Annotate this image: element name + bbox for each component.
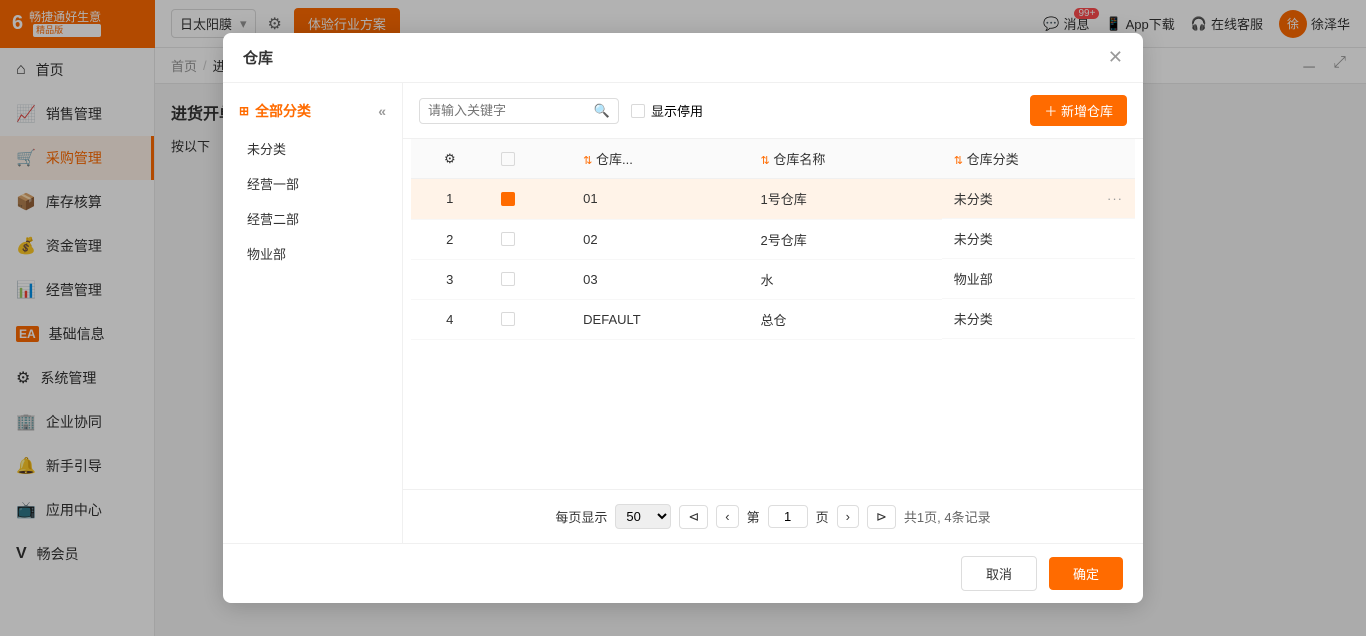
collapse-icon[interactable]: « — [378, 103, 386, 119]
table-row[interactable]: 1 01 1号仓库 未分类··· — [411, 179, 1135, 220]
last-page-button[interactable]: ⊳ — [867, 505, 896, 529]
content-panel: 🔍 显示停用 ＋ 新增仓库 ⚙ — [403, 83, 1143, 543]
category-item-property[interactable]: 物业部 — [223, 236, 402, 271]
select-all-checkbox[interactable] — [501, 152, 515, 166]
row-checkbox[interactable] — [501, 232, 515, 246]
pagination: 每页显示 50 100 200 ⊲ ‹ 第 页 › ⊳ 共1页, 4条记录 — [403, 489, 1143, 543]
th-code: ⇅ 仓库... — [571, 139, 748, 179]
category-item-dept1[interactable]: 经营一部 — [223, 166, 402, 201]
per-page-label: 每页显示 — [555, 507, 607, 526]
warehouse-table: ⚙ ⇅ 仓库... ⇅ 仓库名称 — [411, 139, 1135, 340]
disabled-checkbox[interactable] — [631, 104, 645, 118]
settings-icon[interactable]: ⚙ — [444, 151, 456, 166]
th-settings: ⚙ — [411, 139, 489, 179]
row-name: 总仓 — [749, 299, 942, 339]
th-category: ⇅ 仓库分类 — [942, 139, 1135, 179]
page-label: 第 — [747, 507, 760, 526]
search-input[interactable] — [428, 103, 594, 118]
table-row[interactable]: 3 03 水 物业部 — [411, 259, 1135, 299]
row-number: 3 — [411, 259, 489, 299]
page-suffix: 页 — [816, 507, 829, 526]
sort-icon-cat: ⇅ — [954, 155, 963, 167]
row-checkbox-cell — [489, 179, 572, 220]
row-category: 未分类 — [942, 219, 1135, 259]
search-icon[interactable]: 🔍 — [594, 103, 610, 119]
table-row[interactable]: 2 02 2号仓库 未分类 — [411, 219, 1135, 259]
row-checkbox[interactable] — [501, 192, 515, 206]
all-category-label[interactable]: 全部分类 — [255, 101, 311, 121]
table-row[interactable]: 4 DEFAULT 总仓 未分类 — [411, 299, 1135, 339]
row-code: 03 — [571, 259, 748, 299]
th-checkbox — [489, 139, 572, 179]
content-toolbar: 🔍 显示停用 ＋ 新增仓库 — [403, 83, 1143, 139]
grid-icon: ⊞ — [239, 104, 249, 118]
row-checkbox-cell — [489, 299, 572, 339]
modal-close-button[interactable]: ✕ — [1108, 47, 1123, 68]
row-number: 1 — [411, 179, 489, 220]
row-code: DEFAULT — [571, 299, 748, 339]
row-name: 水 — [749, 259, 942, 299]
row-name: 1号仓库 — [749, 179, 942, 220]
row-checkbox-cell — [489, 219, 572, 259]
confirm-button[interactable]: 确定 — [1049, 557, 1123, 590]
row-category: 未分类 — [942, 299, 1135, 339]
sort-icon-name: ⇅ — [761, 155, 770, 167]
modal-footer: 取消 确定 — [223, 543, 1143, 603]
row-checkbox[interactable] — [501, 272, 515, 286]
category-header: ⊞ 全部分类 « — [223, 95, 402, 131]
row-category: 物业部 — [942, 259, 1135, 299]
modal-title: 仓库 — [243, 47, 273, 68]
category-item-uncategorized[interactable]: 未分类 — [223, 131, 402, 166]
row-number: 4 — [411, 299, 489, 339]
show-disabled-label: 显示停用 — [651, 101, 703, 120]
cancel-button[interactable]: 取消 — [961, 556, 1037, 591]
row-code: 02 — [571, 219, 748, 259]
per-page-select[interactable]: 50 100 200 — [615, 504, 671, 529]
table-header-row: ⚙ ⇅ 仓库... ⇅ 仓库名称 — [411, 139, 1135, 179]
modal-body: ⊞ 全部分类 « 未分类 经营一部 经营二部 物业部 — [223, 83, 1143, 543]
row-name: 2号仓库 — [749, 219, 942, 259]
row-checkbox-cell — [489, 259, 572, 299]
more-icon[interactable]: ··· — [1107, 191, 1123, 206]
next-page-button[interactable]: › — [837, 505, 859, 528]
show-disabled-checkbox[interactable]: 显示停用 — [631, 101, 703, 120]
page-input[interactable] — [768, 505, 808, 528]
add-warehouse-button[interactable]: ＋ 新增仓库 — [1030, 95, 1127, 126]
first-page-button[interactable]: ⊲ — [679, 505, 708, 529]
modal-header: 仓库 ✕ — [223, 33, 1143, 83]
row-checkbox[interactable] — [501, 312, 515, 326]
row-code: 01 — [571, 179, 748, 220]
category-item-dept2[interactable]: 经营二部 — [223, 201, 402, 236]
table-container: ⚙ ⇅ 仓库... ⇅ 仓库名称 — [403, 139, 1143, 489]
category-panel: ⊞ 全部分类 « 未分类 经营一部 经营二部 物业部 — [223, 83, 403, 543]
row-number: 2 — [411, 219, 489, 259]
search-input-wrap: 🔍 — [419, 98, 619, 124]
th-name: ⇅ 仓库名称 — [749, 139, 942, 179]
sort-icon: ⇅ — [583, 155, 592, 167]
row-category: 未分类··· — [942, 179, 1135, 219]
prev-page-button[interactable]: ‹ — [716, 505, 738, 528]
total-info: 共1页, 4条记录 — [904, 507, 991, 526]
warehouse-modal: 仓库 ✕ ⊞ 全部分类 « 未分类 经营一部 经营二部 物业部 — [223, 33, 1143, 603]
